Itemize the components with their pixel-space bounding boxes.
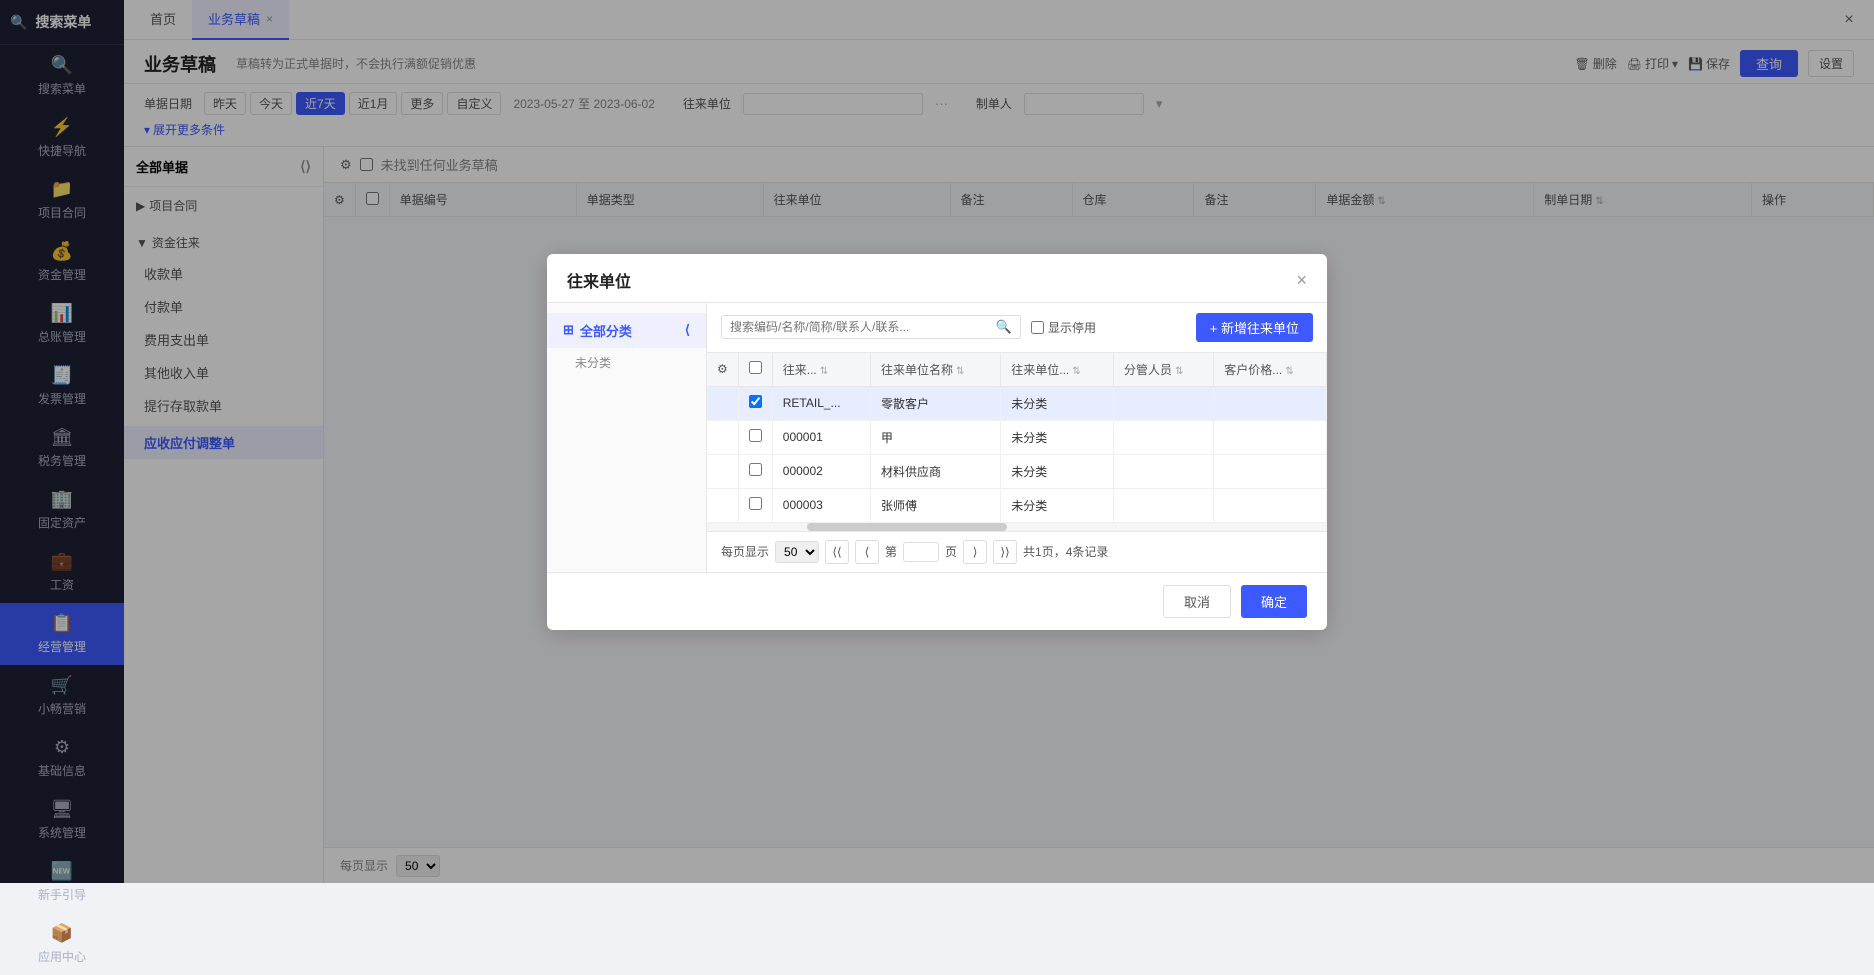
dlg-col-checkbox[interactable] xyxy=(738,353,772,387)
dialog-cat-uncat[interactable]: 未分类 xyxy=(547,348,706,377)
row-settings xyxy=(707,454,738,488)
row-price xyxy=(1214,420,1327,454)
dlg-col-name: 往来单位名称⇅ xyxy=(871,353,1001,387)
dialog-table-row[interactable]: 000002 材料供应商 未分类 xyxy=(707,454,1327,488)
row-checkbox[interactable] xyxy=(738,420,772,454)
row-code: RETAIL_... xyxy=(772,386,870,420)
dialog-table-header: ⚙ 往来...⇅ 往来单位名称⇅ 往来单位...⇅ 分管人员⇅ 客户价格...⇅ xyxy=(707,353,1327,387)
row-manager xyxy=(1113,386,1213,420)
dialog-toolbar: 🔍 显示停用 + 新增往来单位 xyxy=(707,303,1327,353)
page-label: 第 xyxy=(885,543,897,560)
dlg-col-settings[interactable]: ⚙ xyxy=(707,353,738,387)
dialog-body: ⊞ 全部分类 ⟨ 未分类 🔍 显示停用 xyxy=(547,303,1327,572)
dialog-right-panel: 🔍 显示停用 + 新增往来单位 ⚙ xyxy=(707,303,1327,572)
dialog-search-input[interactable] xyxy=(730,320,996,334)
modal-overlay: 往来单位 × ⊞ 全部分类 ⟨ 未分类 🔍 xyxy=(0,0,1874,883)
row-name: 甲 xyxy=(871,420,1001,454)
grid-icon: ⊞ xyxy=(563,322,574,338)
dialog-pagination: 每页显示 50 ⟨⟨ ⟨ 第 1 页 ⟩ ⟩⟩ 共1页，4条记录 xyxy=(707,531,1327,572)
per-page-label: 每页显示 xyxy=(721,543,769,560)
dialog-table-wrap: ⚙ 往来...⇅ 往来单位名称⇅ 往来单位...⇅ 分管人员⇅ 客户价格...⇅… xyxy=(707,353,1327,523)
last-page-button[interactable]: ⟩⟩ xyxy=(993,540,1017,564)
dlg-col-price: 客户价格...⇅ xyxy=(1214,353,1327,387)
dialog-header: 往来单位 × xyxy=(547,254,1327,303)
add-partner-button[interactable]: + 新增往来单位 xyxy=(1196,313,1313,342)
apps-icon: 📦 xyxy=(51,923,73,944)
row-price xyxy=(1214,386,1327,420)
row-settings xyxy=(707,488,738,522)
row-price xyxy=(1214,488,1327,522)
dialog-close-button[interactable]: × xyxy=(1296,271,1307,289)
dialog-cat-all[interactable]: ⊞ 全部分类 ⟨ xyxy=(547,313,706,348)
row-manager xyxy=(1113,454,1213,488)
row-category: 未分类 xyxy=(1001,488,1114,522)
first-page-button[interactable]: ⟨⟨ xyxy=(825,540,849,564)
sidebar-item-apps[interactable]: 📦应用中心 xyxy=(0,913,124,975)
row-checkbox[interactable] xyxy=(738,454,772,488)
row-category: 未分类 xyxy=(1001,386,1114,420)
prev-page-button[interactable]: ⟨ xyxy=(855,540,879,564)
row-settings xyxy=(707,420,738,454)
partner-dialog: 往来单位 × ⊞ 全部分类 ⟨ 未分类 🔍 xyxy=(547,254,1327,630)
show-disabled-label[interactable]: 显示停用 xyxy=(1031,319,1096,336)
confirm-button[interactable]: 确定 xyxy=(1241,585,1307,618)
row-category: 未分类 xyxy=(1001,420,1114,454)
collapse-cat-icon: ⟨ xyxy=(685,322,690,338)
search-icon: 🔍 xyxy=(996,319,1012,335)
row-name: 零散客户 xyxy=(871,386,1001,420)
dialog-search-box[interactable]: 🔍 xyxy=(721,315,1021,339)
page-input[interactable]: 1 xyxy=(903,542,939,562)
dialog-table: ⚙ 往来...⇅ 往来单位名称⇅ 往来单位...⇅ 分管人员⇅ 客户价格...⇅… xyxy=(707,353,1327,523)
row-name: 张师傅 xyxy=(871,488,1001,522)
dlg-col-code: 往来...⇅ xyxy=(772,353,870,387)
dialog-table-row[interactable]: RETAIL_... 零散客户 未分类 xyxy=(707,386,1327,420)
dialog-scrollbar-thumb[interactable] xyxy=(807,523,1007,531)
row-code: 000003 xyxy=(772,488,870,522)
row-code: 000002 xyxy=(772,454,870,488)
next-page-button[interactable]: ⟩ xyxy=(963,540,987,564)
row-checkbox[interactable] xyxy=(738,386,772,420)
dlg-col-manager: 分管人员⇅ xyxy=(1113,353,1213,387)
dialog-table-row[interactable]: 000003 张师傅 未分类 xyxy=(707,488,1327,522)
row-category: 未分类 xyxy=(1001,454,1114,488)
page-suffix: 页 xyxy=(945,543,957,560)
dlg-per-page-select[interactable]: 50 xyxy=(775,541,819,563)
row-price xyxy=(1214,454,1327,488)
dialog-scrollbar[interactable] xyxy=(707,523,1327,531)
row-name: 材料供应商 xyxy=(871,454,1001,488)
dialog-table-row[interactable]: 000001 甲 未分类 xyxy=(707,420,1327,454)
show-disabled-checkbox[interactable] xyxy=(1031,321,1044,334)
dialog-title: 往来单位 xyxy=(567,268,631,292)
row-manager xyxy=(1113,420,1213,454)
row-manager xyxy=(1113,488,1213,522)
row-code: 000001 xyxy=(772,420,870,454)
cancel-button[interactable]: 取消 xyxy=(1163,585,1231,618)
dialog-left-panel: ⊞ 全部分类 ⟨ 未分类 xyxy=(547,303,707,572)
dlg-col-category: 往来单位...⇅ xyxy=(1001,353,1114,387)
total-label: 共1页，4条记录 xyxy=(1023,543,1108,560)
row-checkbox[interactable] xyxy=(738,488,772,522)
dialog-footer: 取消 确定 xyxy=(547,572,1327,630)
row-settings xyxy=(707,386,738,420)
